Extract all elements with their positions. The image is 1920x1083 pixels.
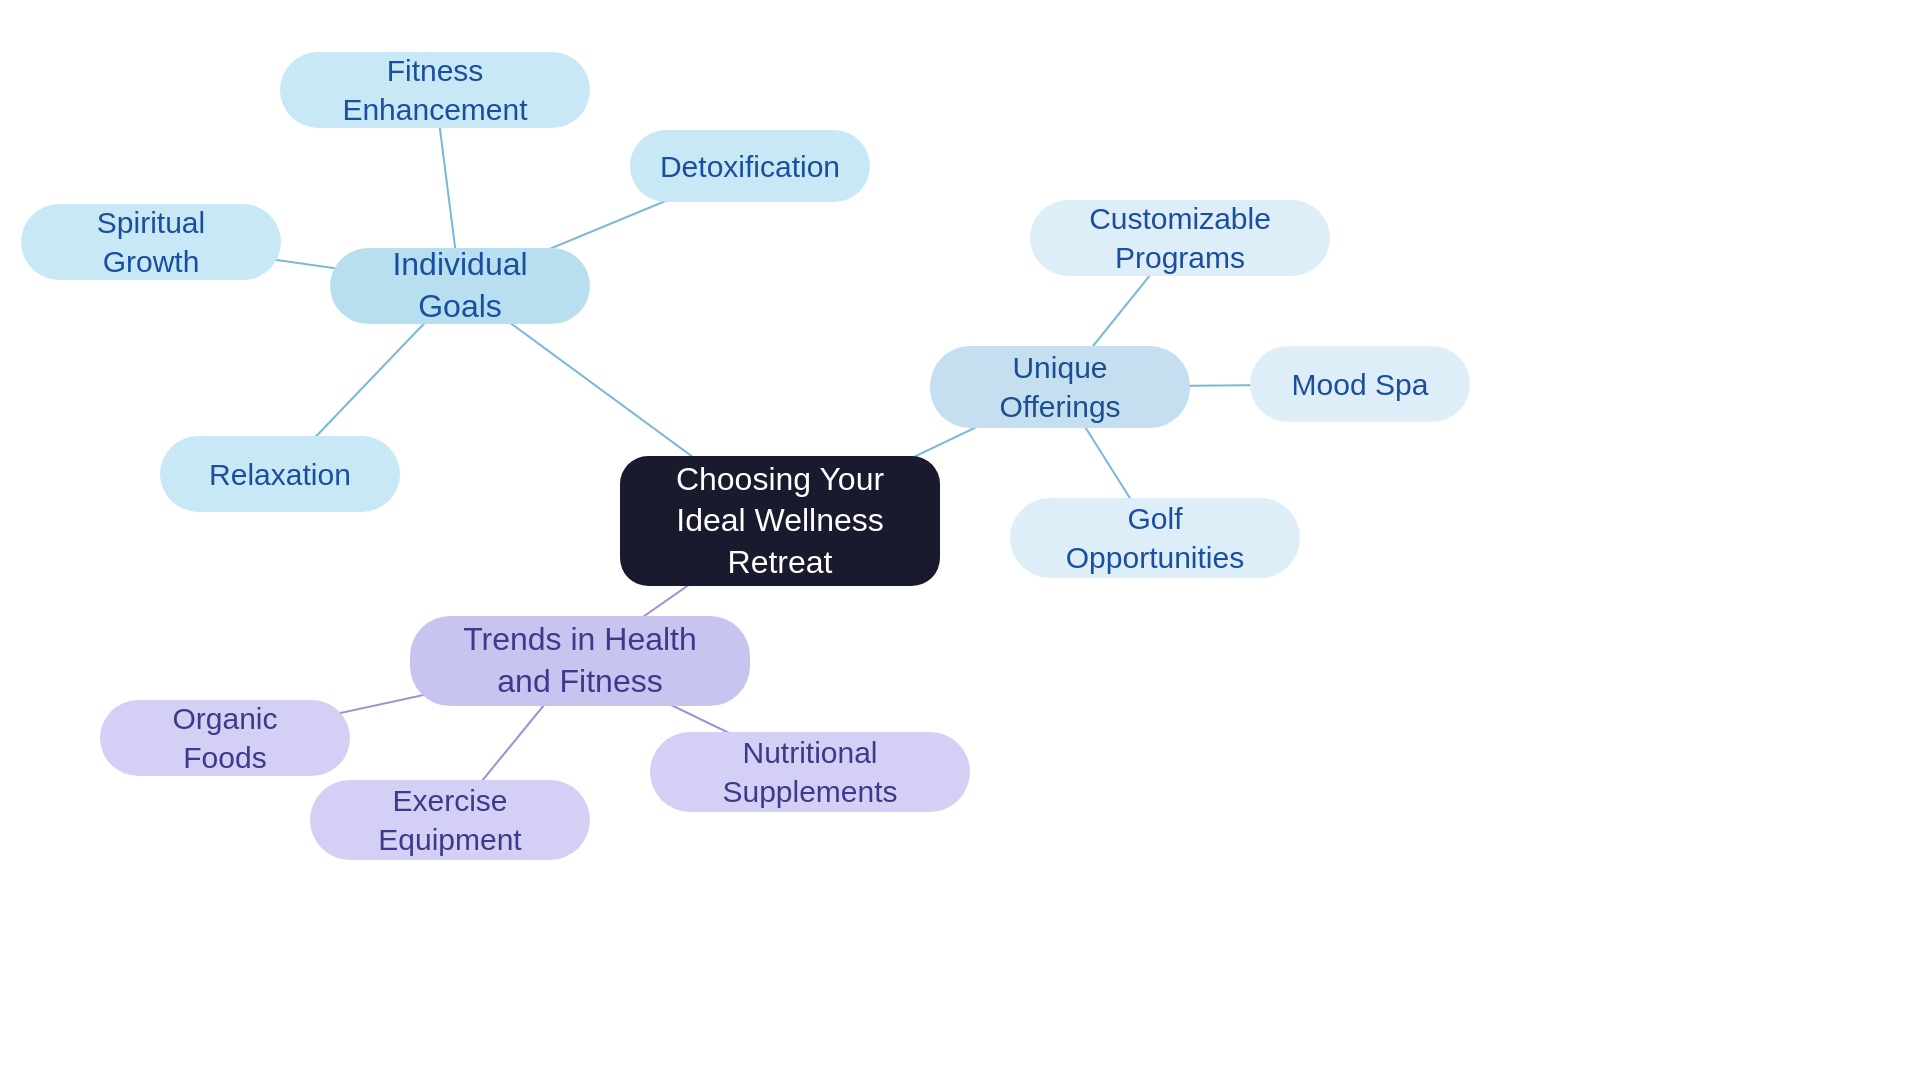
node-golf-opportunities: Golf Opportunities <box>1010 498 1300 578</box>
node-spiritual-growth-label: Spiritual Growth <box>53 203 249 281</box>
node-spiritual-growth: Spiritual Growth <box>21 204 281 280</box>
node-mood-spa-label: Mood Spa <box>1292 365 1429 404</box>
mind-map-connections <box>0 0 1920 1083</box>
node-trends-health-fitness: Trends in Health and Fitness <box>410 616 750 706</box>
node-fitness-enhancement: Fitness Enhancement <box>280 52 590 128</box>
node-customizable-programs: Customizable Programs <box>1030 200 1330 276</box>
node-unique-offerings: Unique Offerings <box>930 346 1190 428</box>
node-detoxification-label: Detoxification <box>660 147 840 186</box>
node-fitness-enhancement-label: Fitness Enhancement <box>312 51 558 129</box>
node-individual-goals-label: Individual Goals <box>362 244 558 327</box>
node-organic-foods-label: Organic Foods <box>132 699 318 777</box>
node-exercise-equipment: Exercise Equipment <box>310 780 590 860</box>
node-relaxation: Relaxation <box>160 436 400 512</box>
node-individual-goals: Individual Goals <box>330 248 590 324</box>
node-trends-health-fitness-label: Trends in Health and Fitness <box>442 619 718 702</box>
node-exercise-equipment-label: Exercise Equipment <box>342 781 558 859</box>
node-center-label: Choosing Your Ideal Wellness Retreat <box>652 459 908 584</box>
node-organic-foods: Organic Foods <box>100 700 350 776</box>
node-unique-offerings-label: Unique Offerings <box>962 348 1158 426</box>
node-relaxation-label: Relaxation <box>209 455 351 494</box>
node-detoxification: Detoxification <box>630 130 870 202</box>
node-customizable-programs-label: Customizable Programs <box>1062 199 1298 277</box>
node-center: Choosing Your Ideal Wellness Retreat <box>620 456 940 586</box>
node-nutritional-supplements: Nutritional Supplements <box>650 732 970 812</box>
node-golf-opportunities-label: Golf Opportunities <box>1042 499 1268 577</box>
node-nutritional-supplements-label: Nutritional Supplements <box>682 733 938 811</box>
node-mood-spa: Mood Spa <box>1250 346 1470 422</box>
